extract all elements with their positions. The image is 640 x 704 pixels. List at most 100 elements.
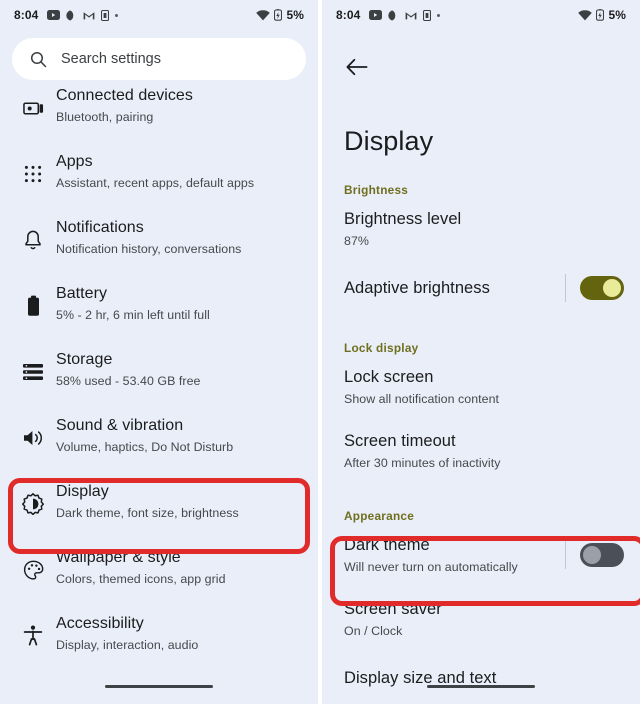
- sidebar-item-text: Wallpaper & style Colors, themed icons, …: [52, 541, 226, 587]
- section-header-appearance: Appearance: [344, 509, 415, 523]
- display-settings-screen: 8:04 5% Display Brightness Brightness le…: [322, 0, 640, 704]
- sidebar-item-subtitle: 5% - 2 hr, 6 min left until full: [56, 308, 210, 322]
- row-subtitle: Will never turn on automatically: [344, 560, 518, 574]
- row-adaptive-brightness[interactable]: Adaptive brightness: [322, 261, 640, 315]
- gesture-nav-bar-left[interactable]: [105, 684, 213, 688]
- youtube-icon: [369, 10, 383, 20]
- status-bar-clock: 8:04: [14, 8, 39, 22]
- adaptive-brightness-toggle[interactable]: [580, 276, 624, 300]
- row-text-group: Screen timeout After 30 minutes of inact…: [344, 431, 624, 471]
- gmail-icon: [405, 11, 417, 20]
- sidebar-item-battery[interactable]: Battery 5% - 2 hr, 6 min left until full: [0, 268, 318, 334]
- sidebar-item-text: Battery 5% - 2 hr, 6 min left until full: [52, 277, 210, 323]
- more-dot-icon: [115, 13, 119, 17]
- gmail-icon: [83, 11, 95, 20]
- sound-icon: [14, 419, 52, 457]
- sidebar-item-wallpaper-style[interactable]: Wallpaper & style Colors, themed icons, …: [0, 532, 318, 598]
- display-brightness-icon: [14, 485, 52, 523]
- sidebar-item-subtitle: Dark theme, font size, brightness: [56, 506, 239, 520]
- dual-screenshot-container: 8:04 5% Search settings Connected device…: [0, 0, 640, 704]
- dark-theme-toggle[interactable]: [580, 543, 624, 567]
- toggle-knob: [583, 546, 601, 564]
- row-subtitle: 87%: [344, 234, 369, 248]
- page-title: Display: [344, 126, 434, 156]
- youtube-icon: [47, 10, 61, 20]
- sidebar-item-text: Notifications Notification history, conv…: [52, 211, 241, 257]
- bell-icon: [14, 221, 52, 259]
- sidebar-item-text: Storage 58% used - 53.40 GB free: [52, 343, 200, 389]
- row-divider: [565, 541, 566, 569]
- search-icon: [30, 51, 47, 68]
- sidebar-item-subtitle: Notification history, conversations: [56, 242, 242, 256]
- arrow-back-icon: [346, 58, 368, 76]
- device-icon: [423, 9, 432, 21]
- status-bar-left-group: 8:04: [14, 8, 119, 22]
- row-text-group: Screen saver On / Clock: [344, 599, 624, 639]
- device-icon: [101, 9, 110, 21]
- sidebar-item-title: Storage: [56, 351, 113, 368]
- accessibility-icon: [14, 617, 52, 655]
- sidebar-item-subtitle: Colors, themed icons, app grid: [56, 572, 226, 586]
- sidebar-item-notifications[interactable]: Notifications Notification history, conv…: [0, 202, 318, 268]
- sidebar-item-subtitle: 58% used - 53.40 GB free: [56, 374, 201, 388]
- section-header-brightness: Brightness: [344, 183, 409, 197]
- row-display-size-and-text[interactable]: Display size and text: [322, 651, 640, 704]
- row-text-group: Lock screen Show all notification conten…: [344, 367, 624, 407]
- battery-percent-label: 5%: [286, 8, 304, 22]
- row-lock-screen[interactable]: Lock screen Show all notification conten…: [322, 355, 640, 419]
- sidebar-item-text: Display Dark theme, font size, brightnes…: [52, 475, 239, 521]
- status-bar-right-group: 5%: [256, 8, 304, 22]
- more-dot-icon: [437, 13, 441, 17]
- row-title: Screen timeout: [344, 432, 456, 450]
- toggle-knob: [603, 279, 621, 297]
- wifi-icon: [256, 9, 271, 21]
- status-bar-right-group: 5%: [578, 8, 626, 22]
- do-not-disturb-moon-icon: [66, 9, 78, 21]
- row-subtitle: Show all notification content: [344, 392, 500, 406]
- row-screen-timeout[interactable]: Screen timeout After 30 minutes of inact…: [322, 419, 640, 483]
- sidebar-item-title: Connected devices: [56, 87, 193, 104]
- row-subtitle: After 30 minutes of inactivity: [344, 456, 501, 470]
- sidebar-item-text: Apps Assistant, recent apps, default app…: [52, 145, 254, 191]
- row-title: Adaptive brightness: [344, 278, 490, 297]
- do-not-disturb-moon-icon: [388, 9, 400, 21]
- sidebar-item-title: Apps: [56, 153, 93, 170]
- row-title: Screen saver: [344, 600, 442, 618]
- sidebar-item-connected-devices[interactable]: Connected devices Bluetooth, pairing: [0, 70, 318, 136]
- settings-list[interactable]: Connected devices Bluetooth, pairing App…: [0, 80, 318, 664]
- row-brightness-level[interactable]: Brightness level 87%: [322, 197, 640, 261]
- row-text-group: Brightness level 87%: [344, 209, 624, 249]
- status-bar-left-group: 8:04: [336, 8, 441, 22]
- row-title: Brightness level: [344, 210, 462, 228]
- connected-devices-icon: [14, 89, 52, 127]
- sidebar-item-title: Accessibility: [56, 615, 144, 632]
- row-title: Dark theme: [344, 536, 430, 554]
- row-text-group: Dark theme Will never turn on automatica…: [344, 535, 559, 575]
- sidebar-item-text: Accessibility Display, interaction, audi…: [52, 607, 198, 653]
- row-divider: [565, 274, 566, 302]
- gesture-nav-bar-right[interactable]: [427, 684, 535, 688]
- sidebar-item-title: Battery: [56, 285, 108, 302]
- sidebar-item-title: Notifications: [56, 219, 144, 236]
- section-header-lock-display: Lock display: [344, 341, 419, 355]
- palette-icon: [14, 551, 52, 589]
- battery-charging-icon: [596, 9, 605, 21]
- row-text-group: Adaptive brightness: [344, 278, 559, 299]
- status-bar-left: 8:04 5%: [0, 0, 318, 30]
- sidebar-item-subtitle: Display, interaction, audio: [56, 638, 199, 652]
- row-subtitle: On / Clock: [344, 624, 403, 638]
- search-placeholder: Search settings: [61, 51, 161, 67]
- wifi-icon: [578, 9, 593, 21]
- row-dark-theme[interactable]: Dark theme Will never turn on automatica…: [322, 523, 640, 587]
- row-screen-saver[interactable]: Screen saver On / Clock: [322, 587, 640, 651]
- sidebar-item-title: Sound & vibration: [56, 417, 184, 434]
- sidebar-item-sound-vibration[interactable]: Sound & vibration Volume, haptics, Do No…: [0, 400, 318, 466]
- sidebar-item-text: Connected devices Bluetooth, pairing: [52, 79, 193, 125]
- sidebar-item-title: Display: [56, 483, 109, 500]
- sidebar-item-apps[interactable]: Apps Assistant, recent apps, default app…: [0, 136, 318, 202]
- sidebar-item-display[interactable]: Display Dark theme, font size, brightnes…: [0, 466, 318, 532]
- sidebar-item-storage[interactable]: Storage 58% used - 53.40 GB free: [0, 334, 318, 400]
- back-button[interactable]: [334, 44, 380, 90]
- status-bar-clock: 8:04: [336, 8, 361, 22]
- sidebar-item-accessibility[interactable]: Accessibility Display, interaction, audi…: [0, 598, 318, 664]
